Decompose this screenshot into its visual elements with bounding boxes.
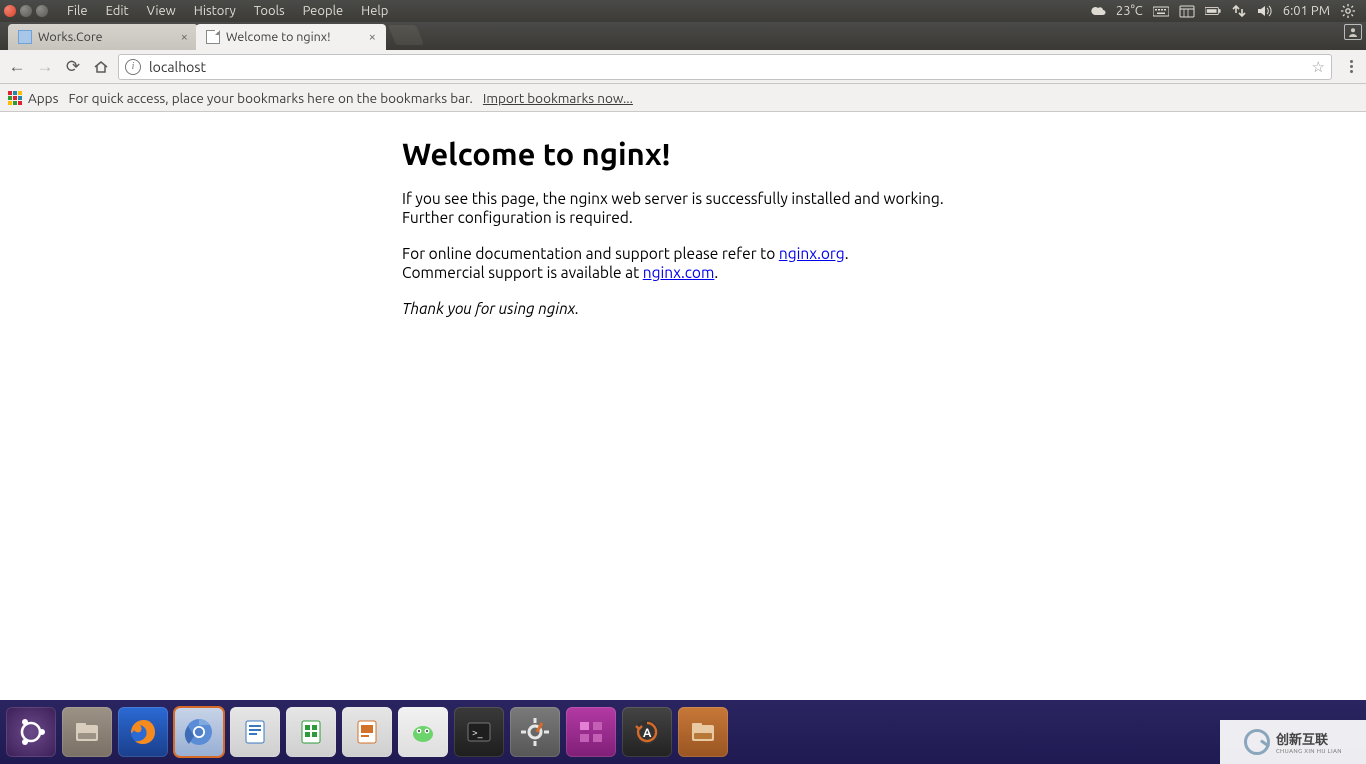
calendar-icon[interactable] (1179, 4, 1195, 18)
bookmarks-bar: Apps For quick access, place your bookma… (0, 84, 1366, 112)
url-text: localhost (149, 59, 1312, 75)
site-info-icon[interactable]: i (125, 59, 141, 75)
dock-chromium[interactable] (174, 707, 224, 757)
text: . (845, 245, 849, 262)
network-icon[interactable] (1231, 4, 1247, 18)
bookmark-star-icon[interactable]: ☆ (1312, 58, 1325, 76)
dock-dash[interactable] (6, 707, 56, 757)
clock[interactable]: 6:01 PM (1283, 4, 1330, 18)
tab-works-core[interactable]: Works.Core × (8, 24, 198, 50)
tab-title: Welcome to nginx! (226, 30, 367, 44)
dock-writer[interactable] (230, 707, 280, 757)
weather-temp: 23°C (1116, 4, 1143, 18)
tab-close-button[interactable]: × (367, 30, 378, 44)
app-menus: File Edit View History Tools People Help (58, 4, 397, 18)
watermark-sub: CHUANG XIN HU LIAN (1276, 748, 1342, 755)
tab-title: Works.Core (38, 30, 179, 44)
page-paragraph-2: For online documentation and support ple… (402, 244, 962, 283)
menu-view[interactable]: View (138, 4, 185, 18)
favicon-icon (18, 30, 32, 44)
window-close-button[interactable] (4, 5, 16, 17)
dock-settings[interactable] (510, 707, 560, 757)
page-heading: Welcome to nginx! (402, 136, 962, 171)
menu-tools[interactable]: Tools (245, 4, 294, 18)
forward-button[interactable]: → (34, 56, 56, 78)
battery-icon[interactable] (1205, 4, 1221, 18)
nginx-welcome: Welcome to nginx! If you see this page, … (402, 136, 962, 318)
import-bookmarks-link[interactable]: Import bookmarks now... (483, 90, 633, 106)
chrome-menu-button[interactable] (1342, 60, 1360, 73)
system-menubar: File Edit View History Tools People Help… (0, 0, 1366, 22)
window-controls (4, 5, 48, 17)
text: For online documentation and support ple… (402, 245, 779, 262)
menu-file[interactable]: File (58, 4, 97, 18)
dock-firefox[interactable] (118, 707, 168, 757)
profile-indicator[interactable] (1340, 24, 1362, 40)
dock-terminal[interactable]: >_ (454, 707, 504, 757)
back-button[interactable]: ← (6, 56, 28, 78)
apps-label: Apps (28, 90, 58, 106)
home-button[interactable] (90, 56, 112, 78)
reload-button[interactable]: ⟳ (62, 56, 84, 78)
link-nginx-org[interactable]: nginx.org (779, 245, 845, 262)
apps-grid-icon (8, 91, 22, 105)
dock-updater[interactable]: A (622, 707, 672, 757)
svg-text:>_: >_ (472, 727, 483, 738)
page-thanks: Thank you for using nginx. (402, 300, 579, 317)
browser-tabstrip: Works.Core × Welcome to nginx! × (0, 22, 1366, 50)
watermark: 创新互联 CHUANG XIN HU LIAN (1220, 720, 1366, 764)
menu-help[interactable]: Help (352, 4, 397, 18)
menu-people[interactable]: People (294, 4, 352, 18)
weather-icon[interactable] (1090, 4, 1106, 18)
menu-history[interactable]: History (185, 4, 245, 18)
browser-toolbar: ← → ⟳ i localhost ☆ (0, 50, 1366, 84)
ubuntu-dock: >_ A (0, 700, 1366, 764)
page-paragraph-1: If you see this page, the nginx web serv… (402, 189, 962, 228)
dock-impress[interactable] (342, 707, 392, 757)
tab-close-button[interactable]: × (179, 30, 190, 44)
dock-workspace[interactable] (566, 707, 616, 757)
watermark-logo-icon (1244, 729, 1270, 755)
dock-messaging[interactable] (398, 707, 448, 757)
volume-icon[interactable] (1257, 4, 1273, 18)
page-viewport: Welcome to nginx! If you see this page, … (0, 112, 1366, 700)
link-nginx-com[interactable]: nginx.com (643, 264, 715, 281)
text: . (714, 264, 718, 281)
new-tab-button[interactable] (388, 25, 424, 45)
keyboard-icon[interactable] (1153, 4, 1169, 18)
session-gear-icon[interactable] (1340, 4, 1356, 18)
window-minimize-button[interactable] (20, 5, 32, 17)
tab-nginx[interactable]: Welcome to nginx! × (196, 24, 386, 50)
address-bar[interactable]: i localhost ☆ (118, 54, 1332, 80)
menu-edit[interactable]: Edit (97, 4, 138, 18)
dock-files[interactable] (62, 707, 112, 757)
bookmarks-hint: For quick access, place your bookmarks h… (68, 90, 472, 106)
dock-archive[interactable] (678, 707, 728, 757)
watermark-brand: 创新互联 (1276, 729, 1342, 748)
dock-calc[interactable] (286, 707, 336, 757)
svg-text:A: A (643, 727, 652, 740)
text: Commercial support is available at (402, 264, 643, 281)
system-tray: 23°C 6:01 PM (1090, 4, 1362, 18)
window-maximize-button[interactable] (36, 5, 48, 17)
page-icon (206, 30, 220, 44)
apps-shortcut[interactable]: Apps (8, 90, 58, 106)
